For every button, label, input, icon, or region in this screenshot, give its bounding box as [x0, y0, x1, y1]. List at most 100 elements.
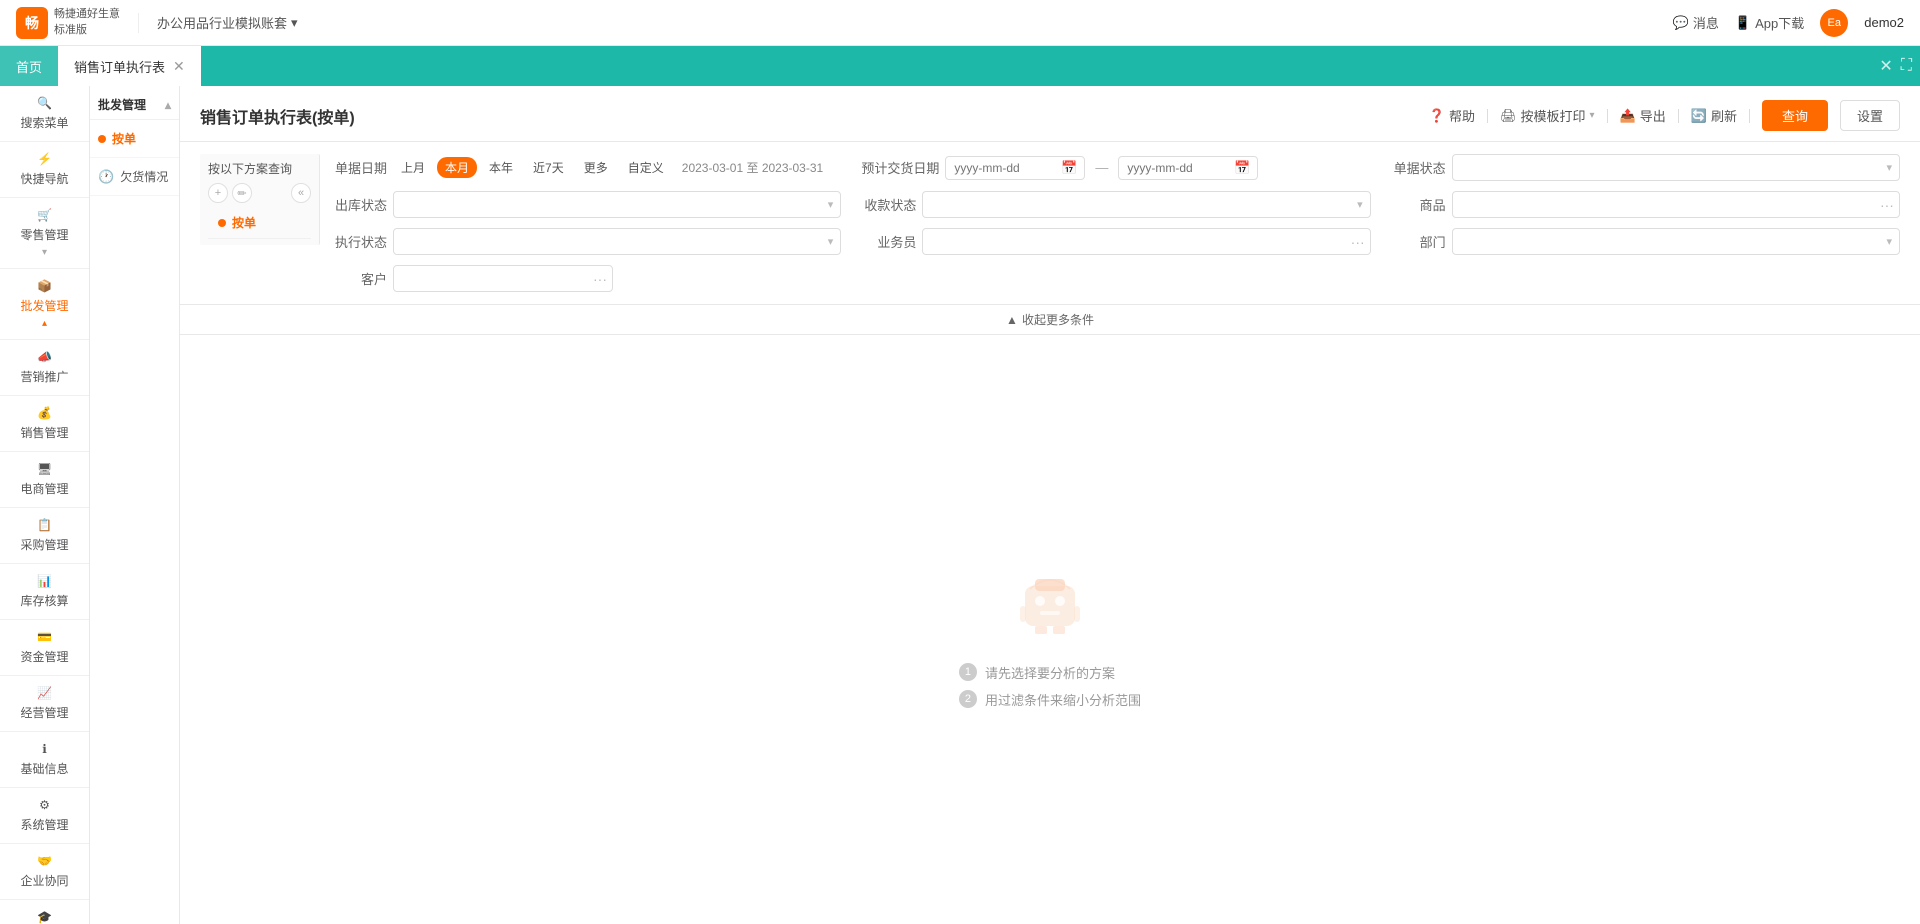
- date-tab-this-year[interactable]: 本年: [481, 157, 521, 178]
- refresh-icon: 🔄: [1691, 108, 1707, 124]
- scheme-collapse-btn[interactable]: «: [291, 183, 311, 203]
- corp-icon: 🤝: [37, 854, 52, 868]
- tab-home[interactable]: 首页: [0, 46, 58, 86]
- expected-date-from-input[interactable]: [945, 156, 1085, 180]
- sidebar-item-wholesale[interactable]: 📦 批发管理 ▴: [0, 269, 89, 340]
- nav-arrow-icon: ▾: [291, 15, 298, 31]
- expected-date-to-input[interactable]: [1118, 156, 1258, 180]
- tab-bar: 首页 销售订单执行表 ✕ ✕ ⛶: [0, 46, 1920, 86]
- date-tab-this-month[interactable]: 本月: [437, 157, 477, 178]
- message-btn[interactable]: 💬 消息: [1673, 13, 1719, 32]
- date-tab-custom[interactable]: 自定义: [620, 157, 672, 178]
- status-select[interactable]: [1452, 154, 1900, 181]
- refresh-btn[interactable]: 🔄 刷新: [1691, 106, 1737, 125]
- help-btn[interactable]: ❓ 帮助: [1429, 106, 1475, 125]
- status-filter: 单据状态: [1391, 154, 1900, 181]
- sidebar-item-sales[interactable]: 💰 销售管理: [0, 396, 89, 452]
- date-tab-more[interactable]: 更多: [576, 157, 616, 178]
- sidebar-item-inventory[interactable]: 📊 库存核算: [0, 564, 89, 620]
- sidebar-item-search[interactable]: 🔍 搜索菜单: [0, 86, 89, 142]
- delivery-status-filter: 出库状态: [332, 191, 841, 218]
- sidebar-item-quick-nav[interactable]: ⚡ 快捷导航: [0, 142, 89, 198]
- sidebar-item-newbie[interactable]: 🎓 新手引导: [0, 900, 89, 924]
- tab-sales-order-label: 销售订单执行表: [74, 57, 165, 76]
- retail-icon: 🛒: [37, 208, 52, 222]
- logo-icon: 畅: [16, 7, 48, 39]
- query-button[interactable]: 查询: [1762, 100, 1828, 131]
- sidebar-item-marketing[interactable]: 📣 营销推广: [0, 340, 89, 396]
- date-tab-last7[interactable]: 近7天: [525, 157, 572, 178]
- tab-close-all-icon[interactable]: ✕: [1879, 56, 1892, 76]
- tab-sales-order[interactable]: 销售订单执行表 ✕: [58, 46, 201, 86]
- dept-label: 部门: [1391, 232, 1446, 251]
- empty-steps: 1 请先选择要分析的方案 2 用过滤条件来缩小分析范围: [959, 663, 1141, 709]
- settings-button[interactable]: 设置: [1840, 100, 1900, 131]
- sidebar-item-finance[interactable]: 💳 资金管理: [0, 620, 89, 676]
- sidebar-item-ecommerce[interactable]: 🖥 电商管理: [0, 452, 89, 508]
- collapse-bar[interactable]: ▲ 收起更多条件: [180, 305, 1920, 335]
- sidebar-marketing-label: 营销推广: [20, 368, 68, 385]
- scheme-list-item-0[interactable]: 按单: [208, 207, 311, 239]
- tab-expand-icon[interactable]: ⛶: [1901, 57, 1912, 75]
- expected-date-from-wrapper: 📅: [945, 156, 1085, 180]
- date-filter: 单据日期 上月 本月 本年 近7天 更多 自定义 2023-03-01 至 20…: [332, 157, 841, 178]
- app-download-label: App下载: [1755, 13, 1804, 32]
- goods-input[interactable]: [1452, 191, 1900, 218]
- print-btn[interactable]: 🖨 按模板打印 ▾: [1500, 106, 1595, 125]
- customer-input[interactable]: [393, 265, 613, 292]
- sidebar-item-basic[interactable]: ℹ 基础信息: [0, 732, 89, 788]
- sidebar-ecommerce-label: 电商管理: [20, 480, 68, 497]
- empty-step-1-text: 请先选择要分析的方案: [985, 663, 1115, 682]
- sidebar-inventory-label: 库存核算: [20, 592, 68, 609]
- export-btn[interactable]: 📤 导出: [1620, 106, 1666, 125]
- avatar[interactable]: Ea: [1820, 9, 1848, 37]
- app-download-btn[interactable]: 📱 App下载: [1735, 13, 1804, 32]
- salesman-dots-icon[interactable]: ···: [1351, 234, 1365, 250]
- exec-status-select[interactable]: [393, 228, 841, 255]
- customer-dots-icon[interactable]: ···: [593, 271, 607, 287]
- scheme-add-btn[interactable]: +: [208, 183, 228, 203]
- sidebar-item-retail[interactable]: 🛒 零售管理 ▾: [0, 198, 89, 269]
- newbie-icon: 🎓: [37, 910, 52, 924]
- marketing-icon: 📣: [37, 350, 52, 364]
- sidebar-system-label: 系统管理: [20, 816, 68, 833]
- payment-status-select-wrapper: [922, 191, 1370, 218]
- print-label: 按模板打印: [1521, 106, 1586, 125]
- sidebar-item-corp[interactable]: 🤝 企业协同: [0, 844, 89, 900]
- sidebar-operation-label: 经营管理: [20, 704, 68, 721]
- date-range-text: 2023-03-01 至 2023-03-31: [682, 159, 823, 176]
- salesman-input[interactable]: [922, 228, 1370, 255]
- goods-dots-icon[interactable]: ···: [1880, 197, 1894, 213]
- top-header: 畅 畅捷通好生意 标准版 办公用品行业模拟账套 ▾ 💬 消息 📱 App下载 E…: [0, 0, 1920, 46]
- scheme-edit-btn[interactable]: ✏: [232, 183, 252, 203]
- quick-nav-icon: ⚡: [37, 152, 52, 166]
- sub-sidebar-item-credit[interactable]: 🕐 欠货情况: [90, 158, 179, 196]
- sub-sidebar-item-sales-order[interactable]: 按单: [90, 120, 179, 158]
- scheme-collapse-icon: «: [298, 187, 304, 199]
- content-area: 销售订单执行表(按单) ❓ 帮助 🖨 按模板打印 ▾ 📤 导出: [180, 86, 1920, 924]
- date-tab-last-month[interactable]: 上月: [393, 157, 433, 178]
- empty-step-2-text: 用过滤条件来缩小分析范围: [985, 690, 1141, 709]
- sidebar-item-system[interactable]: ⚙ 系统管理: [0, 788, 89, 844]
- delivery-status-select[interactable]: [393, 191, 841, 218]
- payment-status-select[interactable]: [922, 191, 1370, 218]
- delivery-status-select-wrapper: [393, 191, 841, 218]
- header-nav[interactable]: 办公用品行业模拟账套 ▾: [157, 13, 298, 32]
- expected-date-filter: 预计交货日期 📅 — 📅: [861, 156, 1370, 180]
- finance-icon: 💳: [37, 630, 52, 644]
- date-label: 单据日期: [332, 158, 387, 177]
- dept-select[interactable]: [1452, 228, 1900, 255]
- sidebar-item-operation[interactable]: 📈 经营管理: [0, 676, 89, 732]
- tab-close-icon[interactable]: ✕: [173, 58, 185, 75]
- refresh-label: 刷新: [1711, 106, 1737, 125]
- scheme-panel-header: 按以下方案查询: [208, 160, 311, 177]
- action-divider-3: [1678, 109, 1679, 123]
- header-left: 畅 畅捷通好生意 标准版 办公用品行业模拟账套 ▾: [16, 7, 298, 39]
- scheme-panel-icons: + ✏ «: [208, 183, 311, 203]
- dept-select-wrapper: [1452, 228, 1900, 255]
- sub-sidebar-title-text: 批发管理: [98, 96, 146, 113]
- salesman-label: 业务员: [861, 232, 916, 251]
- step-2-num: 2: [959, 690, 977, 708]
- filter-area: 按以下方案查询 + ✏ «: [180, 142, 1920, 305]
- sidebar-item-purchase[interactable]: 📋 采购管理: [0, 508, 89, 564]
